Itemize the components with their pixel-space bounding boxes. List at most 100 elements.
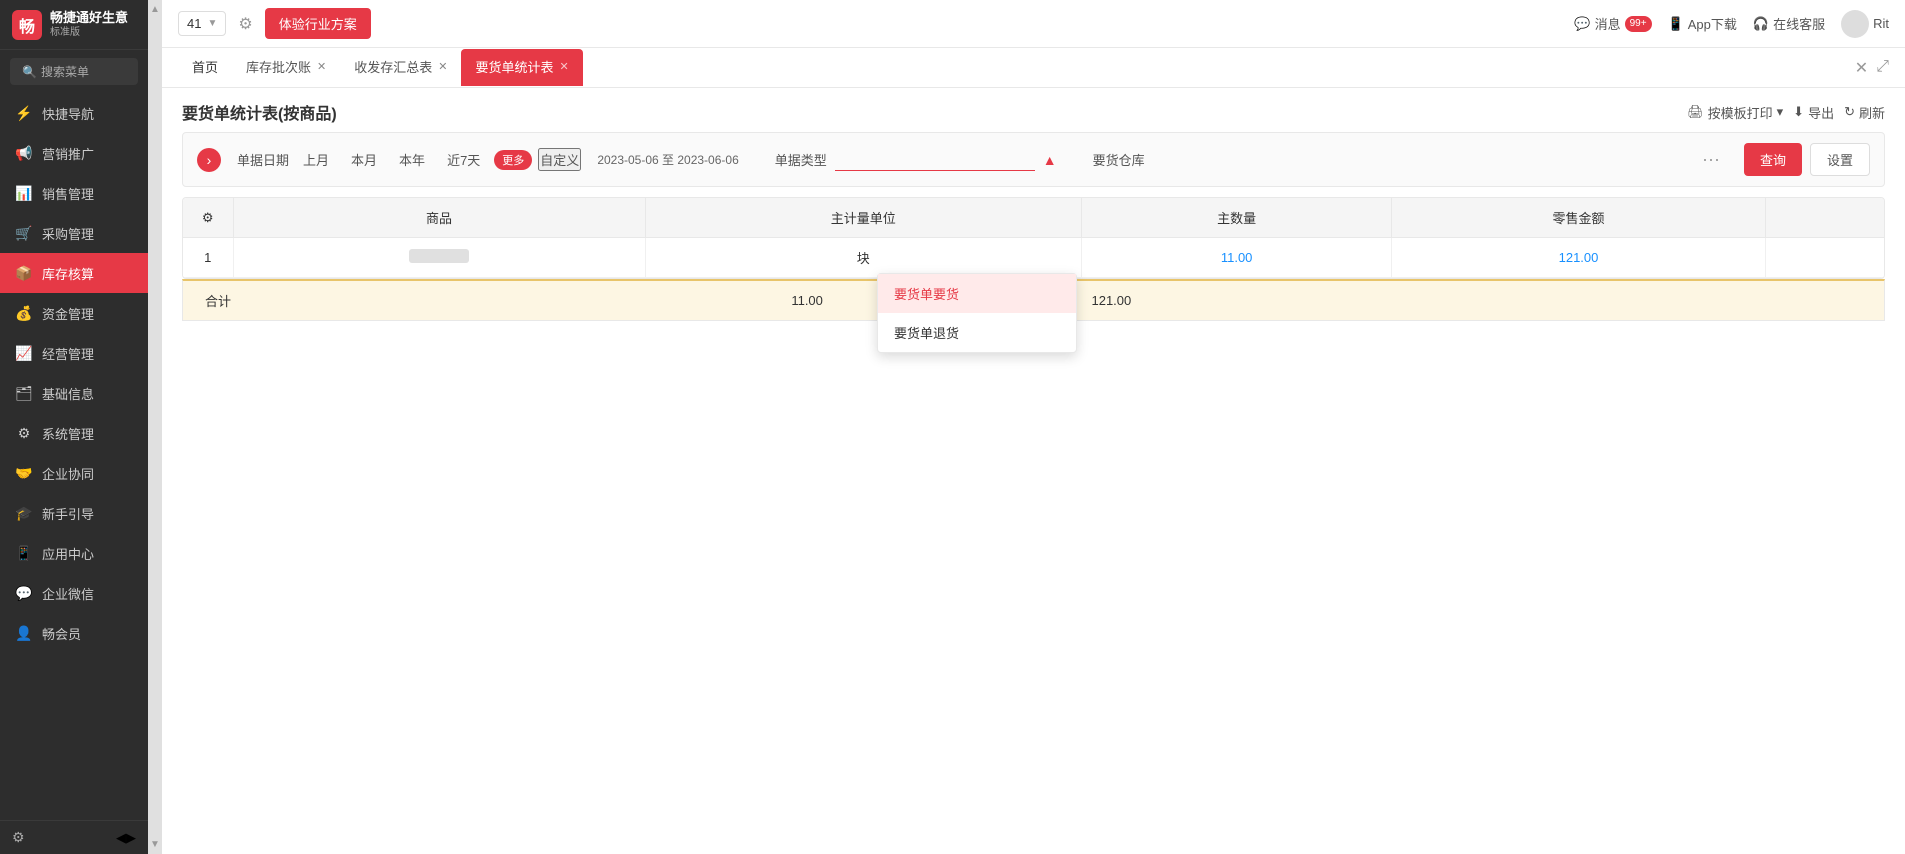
footer-label: 合计 bbox=[195, 291, 655, 310]
sidebar-item-finance[interactable]: 💰 资金管理 bbox=[0, 293, 148, 333]
tab-expand[interactable]: ⤢ bbox=[1876, 58, 1889, 78]
settings-btn[interactable]: 设置 bbox=[1810, 143, 1870, 176]
store-selector[interactable]: 41 ▼ bbox=[178, 11, 226, 36]
filter-custom-btn[interactable]: 自定义 bbox=[538, 148, 581, 171]
sidebar-item-marketing[interactable]: 📢 营销推广 bbox=[0, 133, 148, 173]
app-download-item[interactable]: 📱 App下载 bbox=[1668, 14, 1737, 33]
sidebar-item-app-center[interactable]: 📱 应用中心 bbox=[0, 533, 148, 573]
print-icon: 🖨 bbox=[1687, 104, 1704, 120]
table-row: 1 块 11.00 121.00 bbox=[183, 238, 1884, 278]
filter-type-arrow[interactable]: ▲ bbox=[1043, 152, 1057, 168]
data-table: ⚙ 商品 主计量单位 主数量 零售金额 1 块 bbox=[182, 197, 1885, 279]
sidebar-item-operations[interactable]: 📈 经营管理 bbox=[0, 333, 148, 373]
filter-this-month[interactable]: 本月 bbox=[343, 147, 385, 172]
sidebar-item-base-info[interactable]: 🗂 基础信息 bbox=[0, 373, 148, 413]
tab-receive-summary-label: 收发存汇总表 bbox=[354, 57, 432, 76]
filter-more-badge[interactable]: 更多 bbox=[494, 150, 532, 170]
sidebar-label-system: 系统管理 bbox=[42, 424, 94, 443]
sidebar-icon-app-center: 📱 bbox=[14, 543, 34, 563]
sidebar-item-sales[interactable]: 📊 销售管理 bbox=[0, 173, 148, 213]
filter-last-month[interactable]: 上月 bbox=[295, 147, 337, 172]
filter-date-label: 单据日期 bbox=[237, 150, 289, 169]
sidebar-label-marketing: 营销推广 bbox=[42, 144, 94, 163]
filter-last-7-days[interactable]: 近7天 bbox=[439, 147, 488, 172]
tab-inventory-batch[interactable]: 库存批次账 ✕ bbox=[232, 49, 340, 86]
filter-expand-btn[interactable]: › bbox=[197, 148, 221, 172]
tab-inventory-batch-close[interactable]: ✕ bbox=[317, 60, 326, 73]
query-btn[interactable]: 查询 bbox=[1744, 143, 1802, 176]
sidebar-label-quick-nav: 快捷导航 bbox=[42, 104, 94, 123]
tabs-end: ✕ ⤢ bbox=[1855, 58, 1889, 78]
filter-more-icon[interactable]: ··· bbox=[1702, 149, 1720, 170]
sidebar-label-finance: 资金管理 bbox=[42, 304, 94, 323]
topbar-gear-icon[interactable]: ⚙ bbox=[238, 14, 252, 34]
scroll-down-arrow[interactable]: ▼ bbox=[150, 839, 160, 850]
online-service-label: 在线客服 bbox=[1773, 14, 1825, 33]
tab-order-summary-close[interactable]: ✕ bbox=[560, 60, 569, 73]
collapse-icon[interactable]: ◀▶ bbox=[116, 830, 136, 846]
sidebar-icon-purchase: 🛒 bbox=[14, 223, 34, 243]
sidebar-label-newbie: 新手引导 bbox=[42, 504, 94, 523]
main-content: 41 ▼ ⚙ 体验行业方案 💬 消息 99+ 📱 App下载 🎧 bbox=[162, 0, 1905, 854]
message-item[interactable]: 💬 消息 99+ bbox=[1574, 14, 1651, 33]
tab-receive-summary[interactable]: 收发存汇总表 ✕ bbox=[340, 49, 461, 86]
action-buttons: 查询 设置 bbox=[1744, 143, 1870, 176]
sidebar-item-quick-nav[interactable]: ⚡ 快捷导航 bbox=[0, 93, 148, 133]
sidebar-item-newbie[interactable]: 🎓 新手引导 bbox=[0, 493, 148, 533]
sidebar-item-enterprise[interactable]: 🤝 企业协同 bbox=[0, 453, 148, 493]
filter-type-group: 单据类型 ▲ bbox=[775, 149, 1057, 171]
page-actions: 🖨 按模板打印 ▾ ⬇ 导出 ↻ 刷新 bbox=[1687, 103, 1885, 122]
sidebar-item-system[interactable]: ⚙ 系统管理 bbox=[0, 413, 148, 453]
sidebar-icon-operations: 📈 bbox=[14, 343, 34, 363]
dropdown-option-purchase-order[interactable]: 要货单要货 bbox=[878, 274, 1076, 313]
sidebar-icon-member: 👤 bbox=[14, 623, 34, 643]
sidebar-item-purchase[interactable]: 🛒 采购管理 bbox=[0, 213, 148, 253]
cell-amount[interactable]: 121.00 bbox=[1392, 238, 1765, 278]
topbar: 41 ▼ ⚙ 体验行业方案 💬 消息 99+ 📱 App下载 🎧 bbox=[162, 0, 1905, 48]
sidebar-label-member: 畅会员 bbox=[42, 624, 81, 643]
filter-type-input[interactable] bbox=[835, 149, 1035, 171]
page-header: 要货单统计表(按商品) 🖨 按模板打印 ▾ ⬇ 导出 ↻ 刷新 bbox=[162, 88, 1905, 132]
user-item[interactable]: Rit bbox=[1841, 10, 1889, 38]
sidebar-icon-marketing: 📢 bbox=[14, 143, 34, 163]
tab-close-all[interactable]: ✕ bbox=[1855, 58, 1868, 78]
service-icon: 🎧 bbox=[1753, 16, 1769, 32]
settings-icon[interactable]: ⚙ bbox=[12, 829, 25, 846]
sidebar-item-member[interactable]: 👤 畅会员 bbox=[0, 613, 148, 653]
sidebar-icon-enterprise: 🤝 bbox=[14, 463, 34, 483]
topbar-right: 💬 消息 99+ 📱 App下载 🎧 在线客服 Rit bbox=[1574, 10, 1889, 38]
type-dropdown: 要货单要货 要货单退货 bbox=[877, 273, 1077, 353]
col-settings[interactable]: ⚙ bbox=[183, 198, 233, 238]
cell-product bbox=[233, 238, 645, 278]
sidebar-item-wechat[interactable]: 💬 企业微信 bbox=[0, 573, 148, 613]
refresh-label: 刷新 bbox=[1859, 103, 1885, 122]
promo-button[interactable]: 体验行业方案 bbox=[265, 8, 371, 39]
product-blurred bbox=[409, 249, 469, 263]
refresh-btn[interactable]: ↻ 刷新 bbox=[1844, 103, 1885, 122]
export-btn[interactable]: ⬇ 导出 bbox=[1793, 103, 1834, 122]
sidebar-icon-newbie: 🎓 bbox=[14, 503, 34, 523]
sidebar-scroll-rail: ▲ ▼ bbox=[148, 0, 162, 854]
filter-this-year[interactable]: 本年 bbox=[391, 147, 433, 172]
sidebar-item-inventory[interactable]: 📦 库存核算 bbox=[0, 253, 148, 293]
scroll-up-arrow[interactable]: ▲ bbox=[150, 4, 160, 15]
tab-receive-summary-close[interactable]: ✕ bbox=[438, 60, 447, 73]
logo-main: 畅捷通好生意 bbox=[50, 10, 128, 27]
sidebar-search[interactable]: 🔍 搜索菜单 bbox=[10, 58, 138, 85]
print-btn[interactable]: 🖨 按模板打印 ▾ bbox=[1687, 103, 1783, 122]
cell-quantity[interactable]: 11.00 bbox=[1081, 238, 1391, 278]
export-label: 导出 bbox=[1808, 103, 1834, 122]
sidebar-icon-sales: 📊 bbox=[14, 183, 34, 203]
filter-date-options: 上月 本月 本年 近7天 更多 自定义 bbox=[295, 147, 581, 172]
tab-home[interactable]: 首页 bbox=[178, 49, 232, 86]
logo-icon: 畅 bbox=[12, 10, 42, 40]
page-title: 要货单统计表(按商品) bbox=[182, 100, 337, 124]
sidebar-bottom-icons: ⚙ bbox=[12, 829, 25, 846]
col-extra bbox=[1765, 198, 1884, 238]
dropdown-option-purchase-return[interactable]: 要货单退货 bbox=[878, 313, 1076, 352]
tab-order-summary-label: 要货单统计表 bbox=[475, 57, 553, 76]
phone-icon: 📱 bbox=[1668, 16, 1684, 32]
online-service-item[interactable]: 🎧 在线客服 bbox=[1753, 14, 1825, 33]
tab-order-summary[interactable]: 要货单统计表 ✕ bbox=[461, 49, 582, 86]
filter-warehouse-label: 要货仓库 bbox=[1093, 150, 1145, 169]
